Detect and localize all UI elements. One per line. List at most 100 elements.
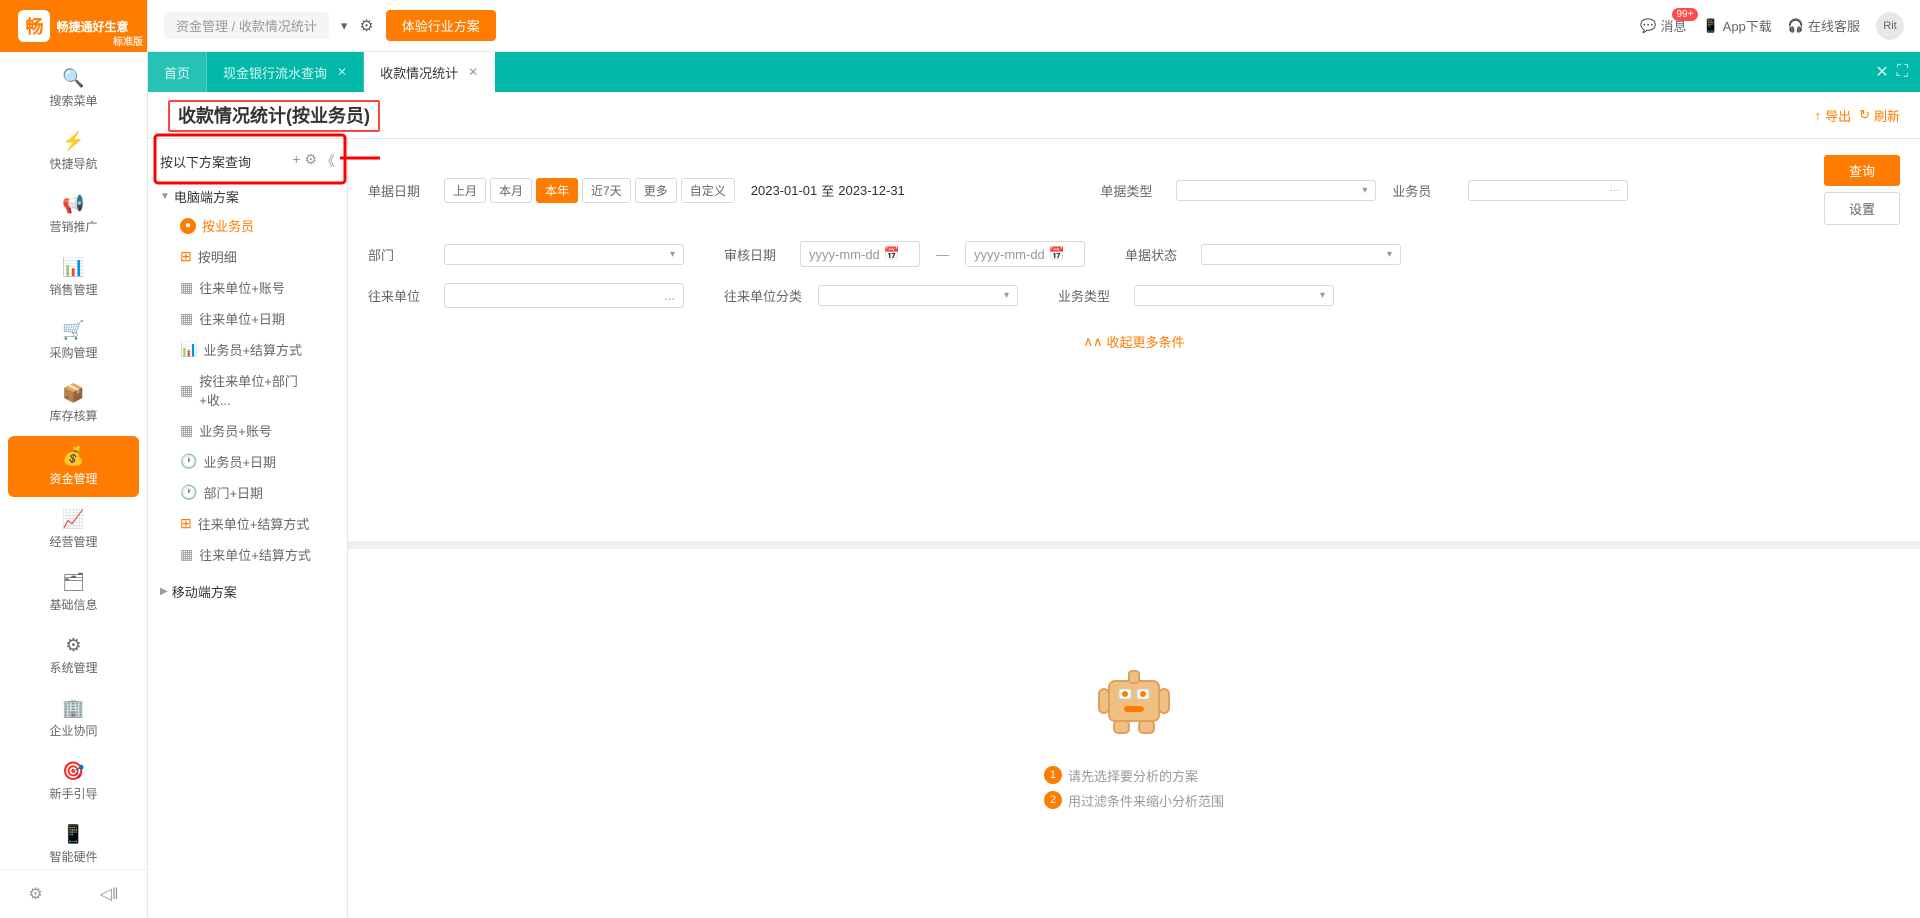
- scheme-item-detail-label: 按明细: [198, 247, 237, 266]
- sidebar-item-purchase[interactable]: 🛒 采购管理: [8, 310, 139, 371]
- bill-type-group: 单据类型 ▾ 业务员 ···: [1100, 180, 1628, 201]
- sidebar-item-finance[interactable]: 💰 资金管理: [8, 436, 139, 497]
- marketing-icon: 📢: [62, 194, 84, 215]
- scheme-category-mobile-header[interactable]: ▶ 移动端方案: [160, 578, 335, 605]
- app-label: App下载: [1723, 16, 1772, 35]
- message-btn[interactable]: 💬 消息 99+: [1640, 16, 1686, 35]
- staff-select[interactable]: ···: [1468, 180, 1628, 201]
- sidebar-item-marketing[interactable]: 📢 营销推广: [8, 184, 139, 245]
- date-btn-custom[interactable]: 自定义: [681, 178, 735, 203]
- sidebar-label-guide: 新手引导: [49, 785, 97, 802]
- scheme-item-partner-dept[interactable]: ▦ 按往来单位+部门+收...: [160, 365, 335, 415]
- scheme-item-staff-account[interactable]: ▦ 业务员+账号: [160, 415, 335, 446]
- scheme-category-desktop: ▼ 电脑端方案 ● 按业务员 ⊞ 按明细 ▦ 往: [148, 179, 347, 574]
- scheme-item-dept-date-label: 部门+日期: [203, 483, 263, 502]
- date-btn-7days[interactable]: 近7天: [582, 178, 631, 203]
- date-btn-last-month[interactable]: 上月: [444, 178, 486, 203]
- sidebar-label-hardware: 智能硬件: [49, 848, 97, 865]
- partner-category-select[interactable]: ▾: [818, 285, 1018, 306]
- partner-payment2-icon: ▦: [180, 546, 193, 563]
- date-btn-more[interactable]: 更多: [635, 178, 677, 203]
- app-download-btn[interactable]: 📱 App下载: [1702, 16, 1771, 35]
- service-label: 在线客服: [1808, 16, 1860, 35]
- sidebar-label-quicknav: 快捷导航: [49, 155, 97, 172]
- avatar[interactable]: Rit: [1876, 12, 1904, 40]
- tab-bank-close[interactable]: ✕: [337, 65, 347, 79]
- bill-status-select[interactable]: ▾: [1201, 244, 1401, 265]
- app-icon: 📱: [1702, 18, 1718, 34]
- tab-maximize-btn[interactable]: ⛶: [1897, 63, 1908, 81]
- tab-bank[interactable]: 现金银行流水查询 ✕: [207, 52, 364, 92]
- biz-type-label: 业务类型: [1058, 286, 1118, 305]
- scheme-setting-btn[interactable]: ⚙: [304, 151, 317, 171]
- review-date-end-input[interactable]: yyyy-mm-dd 📅: [965, 241, 1085, 267]
- robot-svg: [1084, 651, 1184, 751]
- scheme-panel-title: 按以下方案查询: [160, 152, 251, 171]
- mobile-expand-icon: ▶: [160, 586, 168, 597]
- trial-button[interactable]: 体验行业方案: [386, 10, 496, 41]
- scheme-item-partner-payment2[interactable]: ▦ 往来单位+结算方式: [160, 539, 335, 570]
- scheme-item-partner-date[interactable]: ▦ 往来单位+日期: [160, 303, 335, 334]
- detail-grid-icon: ⊞: [180, 248, 192, 265]
- topbar-dropdown-icon[interactable]: ▾: [341, 18, 348, 34]
- sidebar-item-corp[interactable]: 🏢 企业协同: [8, 688, 139, 749]
- scheme-item-by-staff[interactable]: ● 按业务员: [160, 210, 335, 241]
- sidebar-item-quicknav[interactable]: ⚡ 快捷导航: [8, 121, 139, 182]
- logo-text: 畅捷通好生意: [56, 18, 128, 35]
- date-btn-this-year[interactable]: 本年: [536, 178, 578, 203]
- query-button[interactable]: 查询: [1824, 155, 1900, 186]
- footer-collapse-btn[interactable]: ◁‖: [92, 880, 127, 908]
- sidebar-item-hardware[interactable]: 📱 智能硬件: [8, 814, 139, 869]
- biz-type-select[interactable]: ▾: [1134, 285, 1334, 306]
- tab-home-label: 首页: [164, 63, 190, 82]
- dept-select[interactable]: ▾: [444, 244, 684, 265]
- scheme-item-partner-account[interactable]: ▦ 往来单位+账号: [160, 272, 335, 303]
- tab-bank-label: 现金银行流水查询: [223, 63, 327, 82]
- scheme-item-staff-date[interactable]: 🕐 业务员+日期: [160, 446, 335, 477]
- review-date-calendar-icon: 📅: [884, 246, 900, 262]
- tip-num-1: 1: [1044, 766, 1062, 784]
- scheme-add-btn[interactable]: +: [292, 151, 300, 171]
- footer-settings-btn[interactable]: ⚙: [20, 880, 50, 908]
- sidebar-item-inventory[interactable]: 📦 库存核算: [8, 373, 139, 434]
- service-btn[interactable]: 🎧 在线客服: [1788, 16, 1860, 35]
- date-label: 单据日期: [368, 181, 428, 200]
- filter-row-2: 部门 ▾ 审核日期 yyyy-mm-dd 📅 —: [368, 241, 1900, 267]
- scheme-item-staff-payment[interactable]: 📊 业务员+结算方式: [160, 334, 335, 365]
- sidebar-item-system[interactable]: ⚙ 系统管理: [8, 625, 139, 686]
- message-badge: 99+: [1672, 8, 1699, 21]
- sidebar-item-guide[interactable]: 🎯 新手引导: [8, 751, 139, 812]
- logo-area: 畅 畅捷通好生意 标准版: [0, 0, 147, 52]
- sidebar-item-basic[interactable]: 🗂 基础信息: [8, 562, 139, 623]
- scheme-item-dept-date[interactable]: 🕐 部门+日期: [160, 477, 335, 508]
- bill-type-select[interactable]: ▾: [1176, 180, 1376, 201]
- refresh-button[interactable]: ↻ 刷新: [1859, 106, 1900, 125]
- tabbar: 首页 现金银行流水查询 ✕ 收款情况统计 ✕ ✕ ⛶: [148, 52, 1920, 92]
- review-date-start-input[interactable]: yyyy-mm-dd 📅: [800, 241, 920, 267]
- scheme-item-partner-dept-label: 按往来单位+部门+收...: [199, 371, 327, 409]
- date-quick-btns: 上月 本月 本年 近7天 更多 自定义: [444, 178, 735, 203]
- tab-receipt[interactable]: 收款情况统计 ✕: [364, 52, 495, 92]
- partner-ellipsis-btn[interactable]: ...: [664, 288, 675, 303]
- setting-button[interactable]: 设置: [1824, 192, 1900, 225]
- tab-receipt-close[interactable]: ✕: [468, 65, 478, 79]
- collapse-bar[interactable]: ∧∧ 收起更多条件: [368, 324, 1900, 359]
- sidebar-item-sales[interactable]: 📊 销售管理: [8, 247, 139, 308]
- sidebar-item-search[interactable]: 🔍 搜索菜单: [8, 58, 139, 119]
- scheme-item-by-detail[interactable]: ⊞ 按明细: [160, 241, 335, 272]
- scheme-collapse-btn[interactable]: 《: [321, 151, 335, 171]
- partner-select[interactable]: ...: [444, 283, 684, 308]
- sidebar-label-business: 经营管理: [49, 533, 97, 550]
- tab-home[interactable]: 首页: [148, 52, 207, 92]
- sidebar-label-marketing: 营销推广: [49, 218, 97, 235]
- topbar-gear-btn[interactable]: ⚙: [359, 16, 373, 36]
- sidebar-item-business[interactable]: 📈 经营管理: [8, 499, 139, 560]
- scheme-category-desktop-header[interactable]: ▼ 电脑端方案: [160, 183, 335, 210]
- tab-close-all-btn[interactable]: ✕: [1875, 62, 1888, 82]
- bill-type-label: 单据类型: [1100, 181, 1160, 200]
- export-button[interactable]: ↑ 导出: [1815, 106, 1852, 125]
- date-btn-this-month[interactable]: 本月: [490, 178, 532, 203]
- staff-ellipsis-btn[interactable]: ···: [1609, 185, 1619, 196]
- scheme-item-partner-payment1[interactable]: ⊞ 往来单位+结算方式: [160, 508, 335, 539]
- collapse-icon: ∧∧: [1083, 334, 1102, 350]
